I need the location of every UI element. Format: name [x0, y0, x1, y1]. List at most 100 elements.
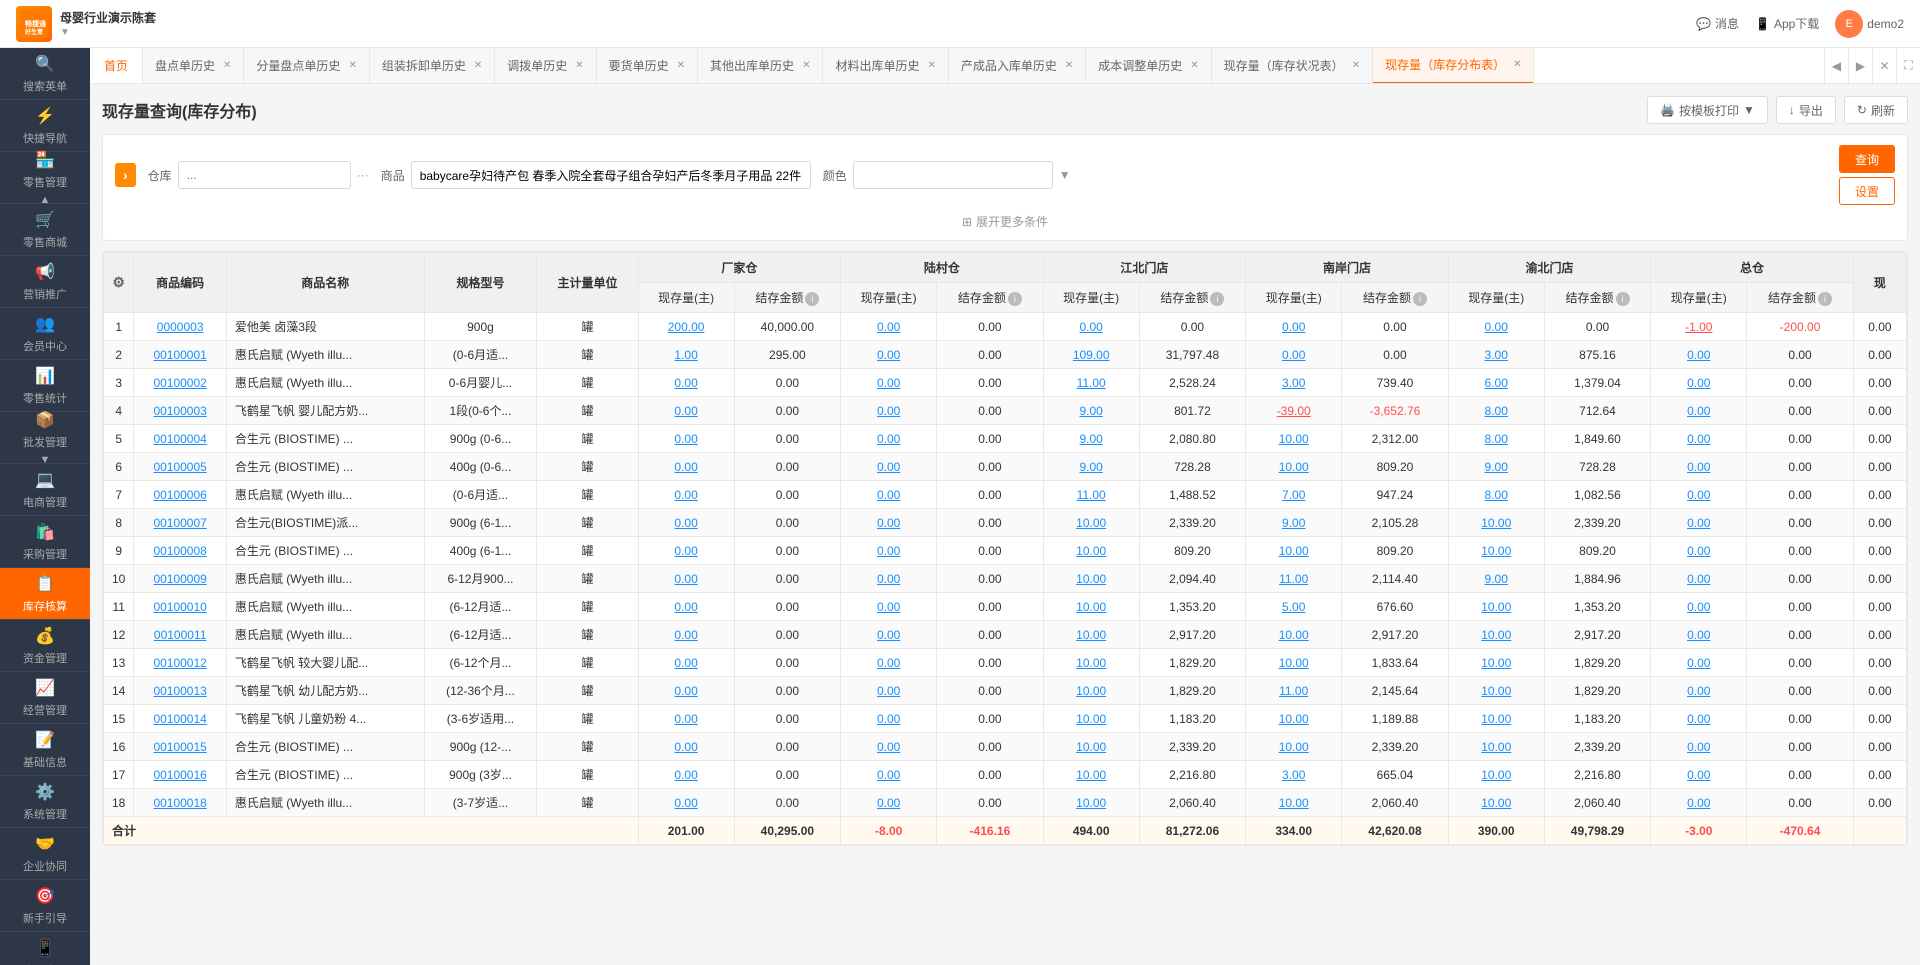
row-product-code[interactable]: 00100016: [134, 761, 227, 789]
row-na-stock[interactable]: 10.00: [1246, 537, 1342, 565]
row-lu-stock[interactable]: 0.00: [841, 789, 937, 817]
row-fac-stock[interactable]: 0.00: [638, 509, 734, 537]
na-amt-info-icon[interactable]: i: [1413, 292, 1427, 306]
tab-close-chengben[interactable]: ✕: [1190, 60, 1198, 71]
row-product-code[interactable]: 00100002: [134, 369, 227, 397]
row-yb-stock[interactable]: 10.00: [1448, 593, 1544, 621]
jb-amt-info-icon[interactable]: i: [1210, 292, 1224, 306]
row-yb-stock[interactable]: 0.00: [1448, 313, 1544, 341]
sidebar-item-operations[interactable]: 📈 经营管理: [0, 672, 90, 724]
row-lu-stock[interactable]: 0.00: [841, 341, 937, 369]
row-product-code[interactable]: 00100005: [134, 453, 227, 481]
row-jb-stock[interactable]: 10.00: [1043, 593, 1139, 621]
row-na-stock[interactable]: 5.00: [1246, 593, 1342, 621]
row-jb-stock[interactable]: 10.00: [1043, 565, 1139, 593]
row-na-stock[interactable]: 10.00: [1246, 649, 1342, 677]
yb-amt-info-icon[interactable]: i: [1616, 292, 1630, 306]
tab-fullscreen-btn[interactable]: ⛶: [1896, 48, 1920, 84]
row-lu-stock[interactable]: 0.00: [841, 649, 937, 677]
export-btn[interactable]: ↓ 导出: [1776, 96, 1836, 124]
sidebar-item-inventory[interactable]: 📋 库存核算: [0, 568, 90, 620]
row-yb-stock[interactable]: 10.00: [1448, 677, 1544, 705]
row-fac-stock[interactable]: 0.00: [638, 369, 734, 397]
row-na-stock[interactable]: 0.00: [1246, 341, 1342, 369]
row-yb-stock[interactable]: 10.00: [1448, 705, 1544, 733]
sidebar-item-marketing[interactable]: 📢 营销推广: [0, 256, 90, 308]
row-product-code[interactable]: 00100009: [134, 565, 227, 593]
row-na-stock[interactable]: 7.00: [1246, 481, 1342, 509]
row-product-code[interactable]: 00100007: [134, 509, 227, 537]
row-total-stock[interactable]: 0.00: [1651, 341, 1747, 369]
row-yb-stock[interactable]: 10.00: [1448, 509, 1544, 537]
row-na-stock[interactable]: 0.00: [1246, 313, 1342, 341]
table-settings-icon[interactable]: ⚙: [112, 274, 125, 291]
sidebar-item-nav[interactable]: ⚡ 快捷导航: [0, 100, 90, 152]
sidebar-item-wholesale[interactable]: 📦 批发管理 ▼: [0, 412, 90, 464]
tab-close-pandian[interactable]: ✕: [223, 60, 231, 71]
row-lu-stock[interactable]: 0.00: [841, 509, 937, 537]
row-lu-stock[interactable]: 0.00: [841, 593, 937, 621]
row-fac-stock[interactable]: 0.00: [638, 621, 734, 649]
company-selector[interactable]: 母婴行业演示陈套 ▼: [60, 9, 156, 38]
tab-close-fenpandian[interactable]: ✕: [348, 60, 356, 71]
row-fac-stock[interactable]: 0.00: [638, 649, 734, 677]
sidebar-item-retail-mgmt[interactable]: 🏪 零售管理 ▲: [0, 152, 90, 204]
row-total-stock[interactable]: 0.00: [1651, 537, 1747, 565]
row-jb-stock[interactable]: 10.00: [1043, 621, 1139, 649]
tab-qitachu[interactable]: 其他出库单历史 ✕: [698, 48, 823, 84]
refresh-btn[interactable]: ↻ 刷新: [1844, 96, 1908, 124]
row-yb-stock[interactable]: 10.00: [1448, 733, 1544, 761]
row-yb-stock[interactable]: 6.00: [1448, 369, 1544, 397]
row-na-stock[interactable]: 3.00: [1246, 369, 1342, 397]
row-fac-stock[interactable]: 0.00: [638, 593, 734, 621]
sidebar-item-system[interactable]: ⚙️ 系统管理: [0, 776, 90, 828]
row-total-stock[interactable]: 0.00: [1651, 593, 1747, 621]
row-jb-stock[interactable]: 10.00: [1043, 537, 1139, 565]
row-jb-stock[interactable]: 0.00: [1043, 313, 1139, 341]
tab-close-cailiao[interactable]: ✕: [927, 60, 935, 71]
sidebar-item-base[interactable]: 📝 基础信息: [0, 724, 90, 776]
row-total-stock[interactable]: 0.00: [1651, 789, 1747, 817]
search-btn[interactable]: 查询: [1839, 145, 1895, 173]
row-product-code[interactable]: 00100018: [134, 789, 227, 817]
row-lu-stock[interactable]: 0.00: [841, 733, 937, 761]
row-lu-stock[interactable]: 0.00: [841, 453, 937, 481]
row-na-stock[interactable]: 3.00: [1246, 761, 1342, 789]
tab-close-yaohuo[interactable]: ✕: [677, 60, 685, 71]
tab-fenpandian[interactable]: 分量盘点单历史 ✕: [244, 48, 369, 84]
row-total-stock[interactable]: 0.00: [1651, 453, 1747, 481]
row-product-code[interactable]: 00100010: [134, 593, 227, 621]
row-product-code[interactable]: 00100001: [134, 341, 227, 369]
color-input[interactable]: [853, 161, 1053, 189]
row-yb-stock[interactable]: 9.00: [1448, 453, 1544, 481]
tab-close-diaob[interactable]: ✕: [575, 60, 583, 71]
sidebar-item-member[interactable]: 👥 会员中心: [0, 308, 90, 360]
row-total-stock[interactable]: 0.00: [1651, 481, 1747, 509]
print-btn[interactable]: 🖨️ 按模板打印 ▼: [1647, 96, 1768, 124]
row-jb-stock[interactable]: 109.00: [1043, 341, 1139, 369]
row-total-stock[interactable]: -1.00: [1651, 313, 1747, 341]
row-product-code[interactable]: 00100003: [134, 397, 227, 425]
row-product-code[interactable]: 00100011: [134, 621, 227, 649]
row-jb-stock[interactable]: 9.00: [1043, 425, 1139, 453]
row-total-stock[interactable]: 0.00: [1651, 649, 1747, 677]
tab-close-qitachu[interactable]: ✕: [802, 60, 810, 71]
row-fac-stock[interactable]: 0.00: [638, 537, 734, 565]
sidebar-item-guide[interactable]: 🎯 新手引导: [0, 880, 90, 932]
sidebar-item-retail-stats[interactable]: 📊 零售统计: [0, 360, 90, 412]
row-yb-stock[interactable]: 3.00: [1448, 341, 1544, 369]
tab-close-kucun-dist[interactable]: ✕: [1513, 59, 1521, 70]
row-jb-stock[interactable]: 11.00: [1043, 369, 1139, 397]
warehouse-input[interactable]: [178, 161, 351, 189]
row-na-stock[interactable]: 11.00: [1246, 565, 1342, 593]
row-product-code[interactable]: 00100014: [134, 705, 227, 733]
row-product-code[interactable]: 0000003: [134, 313, 227, 341]
row-total-stock[interactable]: 0.00: [1651, 677, 1747, 705]
row-na-stock[interactable]: 10.00: [1246, 789, 1342, 817]
row-yb-stock[interactable]: 8.00: [1448, 397, 1544, 425]
row-yb-stock[interactable]: 8.00: [1448, 481, 1544, 509]
tab-close-all-btn[interactable]: ✕: [1872, 48, 1896, 84]
tab-cailiao[interactable]: 材料出库单历史 ✕: [823, 48, 948, 84]
sidebar-item-ecom[interactable]: 💻 电商管理: [0, 464, 90, 516]
tab-kucun-dist[interactable]: 现存量（库存分布表） ✕: [1373, 48, 1534, 84]
